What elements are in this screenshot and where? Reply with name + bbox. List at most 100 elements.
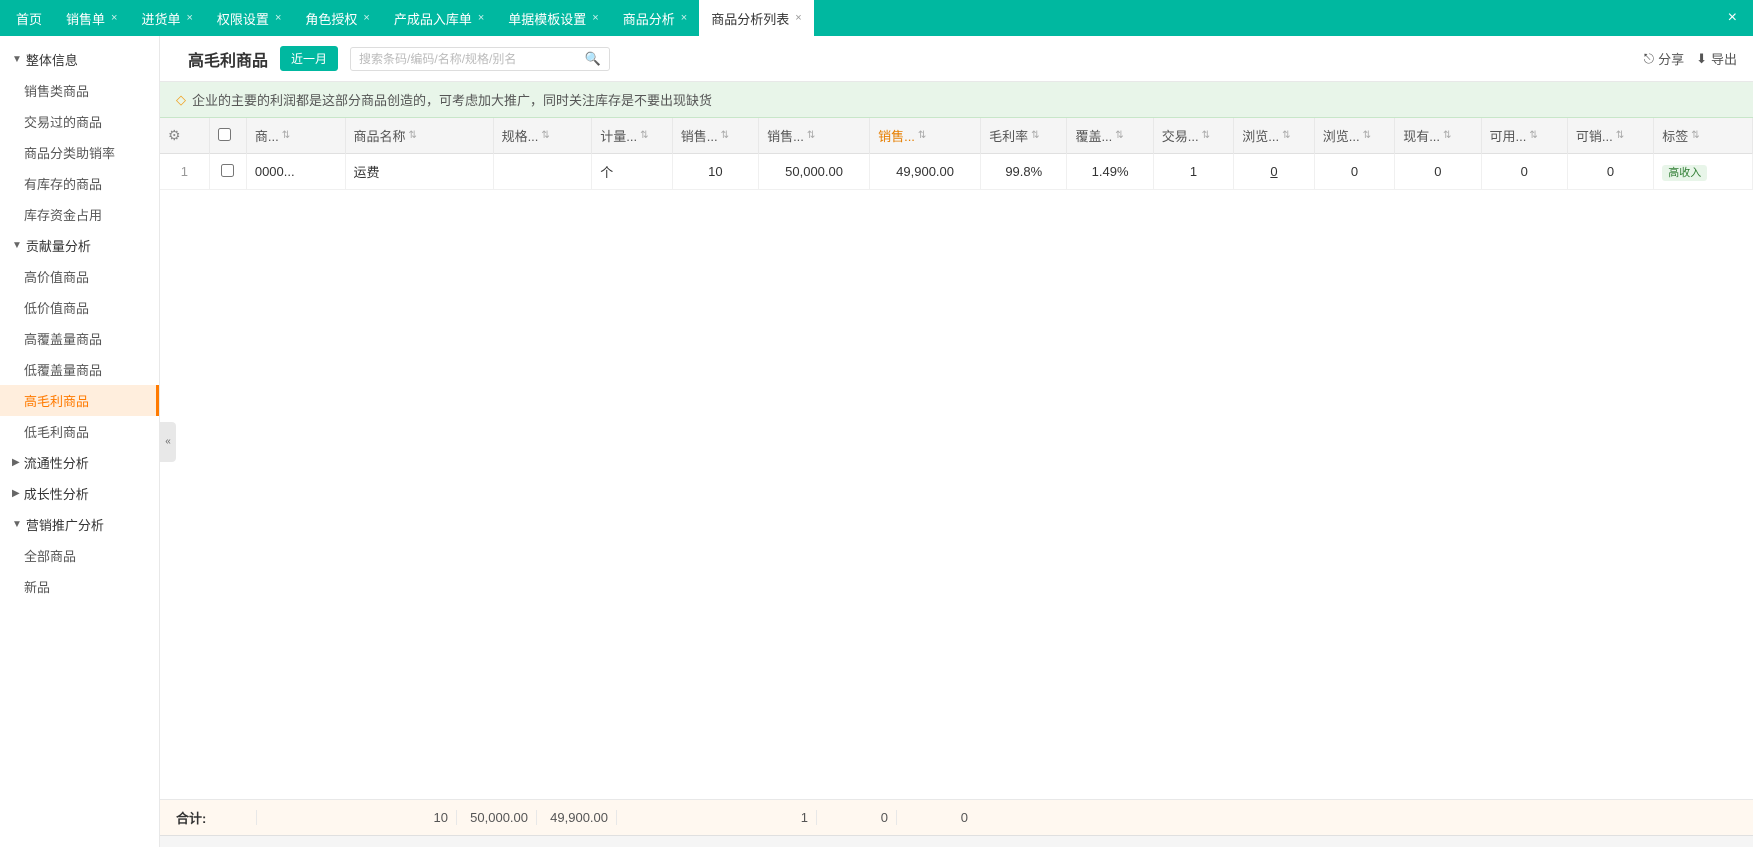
sidebar-item-traded-goods[interactable]: 交易过的商品: [0, 106, 159, 137]
sort-icon-sellable: ⇅: [1616, 130, 1624, 141]
arrow-icon-5: ▼: [12, 519, 22, 530]
search-icon[interactable]: 🔍: [585, 51, 601, 67]
col-header-stock-current[interactable]: 现有...⇅: [1395, 118, 1481, 154]
row-code: 0000...: [246, 154, 345, 190]
select-all-checkbox[interactable]: [218, 128, 231, 141]
sidebar-item-stocked-goods[interactable]: 有库存的商品: [0, 168, 159, 199]
tab-purchase[interactable]: 进货单 ×: [129, 0, 204, 36]
tab-role[interactable]: 角色授权 ×: [293, 0, 381, 36]
col-header-cover[interactable]: 覆盖...⇅: [1067, 118, 1153, 154]
tag-badge: 高收入: [1662, 165, 1707, 181]
collapse-sidebar-button[interactable]: «: [160, 422, 176, 462]
col-header-sales-qty[interactable]: 销售...⇅: [672, 118, 758, 154]
tab-sales[interactable]: 销售单 ×: [54, 0, 129, 36]
tab-role-close[interactable]: ×: [363, 12, 369, 24]
arrow-icon-2: ▼: [12, 240, 22, 251]
export-button[interactable]: ⬇ 导出: [1696, 49, 1737, 68]
col-header-trade[interactable]: 交易...⇅: [1153, 118, 1233, 154]
arrow-icon-3: ▶: [12, 457, 20, 468]
export-icon: ⬇: [1696, 51, 1707, 67]
search-input[interactable]: [359, 52, 585, 66]
tab-finished-goods[interactable]: 产成品入库单 ×: [382, 0, 496, 36]
row-unit: 个: [592, 154, 672, 190]
sidebar-item-sales-goods[interactable]: 销售类商品: [0, 75, 159, 106]
col-header-checkbox[interactable]: [209, 118, 246, 154]
total-trade: 1: [616, 810, 816, 825]
col-header-sales-amt[interactable]: 销售...⇅: [759, 118, 870, 154]
sidebar-item-high-value[interactable]: 高价值商品: [0, 261, 159, 292]
share-button[interactable]: ⎋ 分享: [1644, 49, 1684, 68]
tab-purchase-close[interactable]: ×: [186, 12, 192, 24]
tab-product-analysis[interactable]: 商品分析 ×: [611, 0, 699, 36]
settings-icon[interactable]: ⚙: [168, 127, 181, 143]
table-container[interactable]: ⚙ 商...⇅ 商品名称⇅ 规格...⇅: [160, 118, 1753, 799]
tab-template-close[interactable]: ×: [592, 12, 598, 24]
sort-icon-trade: ⇅: [1202, 130, 1210, 141]
sidebar-group-liquidity[interactable]: ▶ 流通性分析: [0, 447, 159, 478]
sidebar-group-marketing[interactable]: ▼ 营销推广分析: [0, 509, 159, 540]
col-header-spec[interactable]: 规格...⇅: [493, 118, 592, 154]
col-header-browse1[interactable]: 浏览...⇅: [1234, 118, 1314, 154]
sidebar-item-high-coverage[interactable]: 高覆盖量商品: [0, 323, 159, 354]
tab-home[interactable]: 首页: [4, 0, 54, 36]
sort-icon-tag: ⇅: [1691, 130, 1699, 141]
row-tag: 高收入: [1654, 154, 1753, 190]
col-header-sales-cost[interactable]: 销售...⇅: [870, 118, 981, 154]
tab-permission-close[interactable]: ×: [275, 12, 281, 24]
row-spec: [493, 154, 592, 190]
total-sales-cost: 49,900.00: [536, 810, 616, 825]
col-header-settings[interactable]: ⚙: [160, 118, 209, 154]
tab-permission[interactable]: 权限设置 ×: [205, 0, 293, 36]
content-area: « 高毛利商品 近一月 🔍 ⎋ 分享 ⬇ 导出 ◇ 企: [160, 36, 1753, 847]
close-all-button[interactable]: ×: [1716, 9, 1749, 27]
sidebar-group-growth[interactable]: ▶ 成长性分析: [0, 478, 159, 509]
row-browse1[interactable]: 0: [1234, 154, 1314, 190]
tip-bar: ◇ 企业的主要的利润都是这部分商品创造的，可考虑加大推广，同时关注库存是不要出现…: [160, 82, 1753, 118]
sidebar-group-contribution[interactable]: ▼ 贡献量分析: [0, 230, 159, 261]
content-header: 高毛利商品 近一月 🔍 ⎋ 分享 ⬇ 导出: [160, 36, 1753, 82]
sidebar-item-category-rate[interactable]: 商品分类助销率: [0, 137, 159, 168]
sidebar-item-all-goods[interactable]: 全部商品: [0, 540, 159, 571]
col-header-stock-available[interactable]: 可用...⇅: [1481, 118, 1567, 154]
col-header-name[interactable]: 商品名称⇅: [345, 118, 493, 154]
row-cover: 1.49%: [1067, 154, 1153, 190]
sidebar-item-low-coverage[interactable]: 低覆盖量商品: [0, 354, 159, 385]
sort-icon-amt: ⇅: [807, 130, 815, 141]
col-header-gross-rate[interactable]: 毛利率⇅: [981, 118, 1067, 154]
tab-finished-close[interactable]: ×: [478, 12, 484, 24]
tab-analysis-close[interactable]: ×: [681, 12, 687, 24]
arrow-icon: ▼: [12, 54, 22, 65]
col-header-sellable[interactable]: 可销...⇅: [1567, 118, 1653, 154]
col-header-code[interactable]: 商...⇅: [246, 118, 345, 154]
sidebar-item-stock-capital[interactable]: 库存资金占用: [0, 199, 159, 230]
sort-icon-gross: ⇅: [1031, 130, 1039, 141]
total-sales-amt: 50,000.00: [456, 810, 536, 825]
col-header-tag[interactable]: 标签⇅: [1654, 118, 1753, 154]
sort-icon-stock2: ⇅: [1529, 130, 1537, 141]
browse1-link[interactable]: 0: [1270, 164, 1277, 179]
sidebar-item-low-margin[interactable]: 低毛利商品: [0, 416, 159, 447]
bottom-scrollbar[interactable]: [160, 835, 1753, 847]
sort-icon-qty: ⇅: [721, 130, 729, 141]
tab-template[interactable]: 单据模板设置 ×: [496, 0, 610, 36]
tab-product-analysis-list[interactable]: 商品分析列表 ×: [699, 0, 813, 36]
col-header-browse2[interactable]: 浏览...⇅: [1314, 118, 1394, 154]
date-filter-last-month[interactable]: 近一月: [280, 46, 338, 71]
sidebar-item-high-margin[interactable]: 高毛利商品: [0, 385, 159, 416]
row-sales-amt: 50,000.00: [759, 154, 870, 190]
top-nav: 首页 销售单 × 进货单 × 权限设置 × 角色授权 × 产成品入库单 × 单据…: [0, 0, 1753, 36]
sort-icon-unit: ⇅: [640, 130, 648, 141]
sidebar-group-overall[interactable]: ▼ 整体信息: [0, 44, 159, 75]
sidebar-item-new-goods[interactable]: 新品: [0, 571, 159, 602]
tab-sales-close[interactable]: ×: [111, 12, 117, 24]
tab-analysis-list-close[interactable]: ×: [795, 12, 801, 24]
sort-icon-browse1: ⇅: [1282, 130, 1290, 141]
row-checkbox-cell[interactable]: [209, 154, 246, 190]
product-table: ⚙ 商...⇅ 商品名称⇅ 规格...⇅: [160, 118, 1753, 190]
sidebar-item-low-value[interactable]: 低价值商品: [0, 292, 159, 323]
total-cells: 10 50,000.00 49,900.00 1 0 0: [256, 810, 1737, 825]
row-sales-qty: 10: [672, 154, 758, 190]
col-header-unit[interactable]: 计量...⇅: [592, 118, 672, 154]
sort-icon-spec: ⇅: [541, 130, 549, 141]
row-checkbox[interactable]: [221, 164, 234, 177]
